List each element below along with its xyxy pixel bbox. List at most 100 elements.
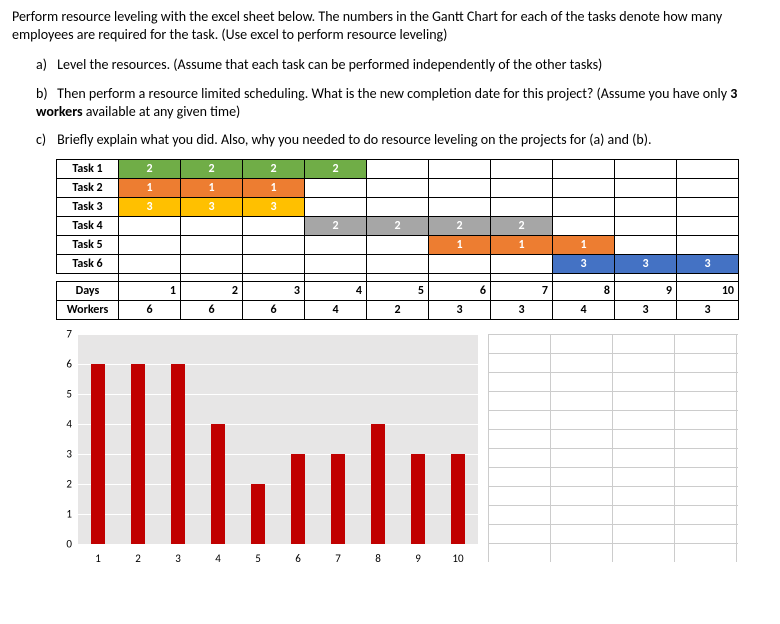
t4-d7: 2 [491, 217, 553, 236]
day-2: 2 [181, 282, 243, 301]
day-8: 8 [553, 282, 615, 301]
t6-d9: 3 [615, 255, 677, 274]
x-tick-label: 2 [118, 552, 158, 565]
days-header: Days [57, 282, 119, 301]
gantt-row-task5: Task 5 1 1 1 [57, 236, 739, 255]
chart-plot-area [78, 334, 478, 544]
y-tick-label: 2 [56, 478, 72, 491]
t1-d1: 2 [119, 160, 181, 179]
gantt-row-workers: Workers 6 6 6 4 2 3 3 4 3 3 [57, 301, 739, 320]
gantt-row-task6: Task 6 3 3 3 [57, 255, 739, 274]
task5-header: Task 5 [57, 236, 119, 255]
question-a: a) Level the resources. (Assume that eac… [36, 56, 768, 74]
day-4: 4 [305, 282, 367, 301]
day-3: 3 [243, 282, 305, 301]
y-tick-label: 6 [56, 358, 72, 371]
y-tick-label: 3 [56, 448, 72, 461]
chart-bar [171, 364, 185, 544]
workers-8: 4 [553, 301, 615, 320]
x-tick-label: 9 [398, 552, 438, 565]
t3-d3: 3 [243, 198, 305, 217]
t4-d5: 2 [367, 217, 429, 236]
t2-d2: 1 [181, 179, 243, 198]
gantt-row-days: Days 1 2 3 4 5 6 7 8 9 10 [57, 282, 739, 301]
t6-d8: 3 [553, 255, 615, 274]
question-b-label: b) [36, 85, 54, 103]
bar-chart: 0123456712345678910 [56, 334, 736, 574]
task1-header: Task 1 [57, 160, 119, 179]
chart-bar [451, 454, 465, 544]
question-a-label: a) [36, 56, 54, 74]
gantt-row-task1: Task 1 2 2 2 2 [57, 160, 739, 179]
question-c-text: Briefly explain what you did. Also, why … [57, 131, 651, 148]
question-c: c) Briefly explain what you did. Also, w… [36, 131, 768, 149]
chart-bar [371, 424, 385, 544]
x-tick-label: 4 [198, 552, 238, 565]
gantt-row-task2: Task 2 1 1 1 [57, 179, 739, 198]
intro-text: Perform resource leveling with the excel… [12, 8, 768, 44]
chart-bar [211, 424, 225, 544]
t1-d4: 2 [305, 160, 367, 179]
workers-9: 3 [615, 301, 677, 320]
x-tick-label: 8 [358, 552, 398, 565]
gantt-container: Task 1 2 2 2 2 Task 2 1 1 1 Task 3 3 3 3… [56, 159, 768, 320]
y-tick-label: 5 [56, 388, 72, 401]
question-b: b) Then perform a resource limited sched… [36, 85, 768, 121]
x-tick-label: 10 [438, 552, 478, 565]
t5-d7: 1 [491, 236, 553, 255]
chart-bar [251, 484, 265, 544]
question-b-mid: available at any given time) [83, 103, 241, 120]
question-c-label: c) [36, 131, 54, 149]
task3-header: Task 3 [57, 198, 119, 217]
t4-d4: 2 [305, 217, 367, 236]
t5-d8: 1 [553, 236, 615, 255]
t5-d6: 1 [429, 236, 491, 255]
workers-1: 6 [119, 301, 181, 320]
gantt-table: Task 1 2 2 2 2 Task 2 1 1 1 Task 3 3 3 3… [56, 159, 739, 320]
t2-d1: 1 [119, 179, 181, 198]
gantt-row-task3: Task 3 3 3 3 [57, 198, 739, 217]
t3-d1: 3 [119, 198, 181, 217]
day-10: 10 [677, 282, 739, 301]
x-tick-label: 7 [318, 552, 358, 565]
day-1: 1 [119, 282, 181, 301]
question-list: a) Level the resources. (Assume that eac… [36, 56, 768, 149]
task2-header: Task 2 [57, 179, 119, 198]
t2-d3: 1 [243, 179, 305, 198]
t6-d10: 3 [677, 255, 739, 274]
workers-7: 3 [491, 301, 553, 320]
day-9: 9 [615, 282, 677, 301]
x-tick-label: 6 [278, 552, 318, 565]
task6-header: Task 6 [57, 255, 119, 274]
y-tick-label: 4 [56, 418, 72, 431]
excel-grid-right [488, 334, 738, 562]
workers-3: 6 [243, 301, 305, 320]
x-tick-label: 1 [78, 552, 118, 565]
y-tick-label: 1 [56, 508, 72, 521]
workers-6: 3 [429, 301, 491, 320]
chart-bar [91, 364, 105, 544]
workers-5: 2 [367, 301, 429, 320]
y-tick-label: 7 [56, 328, 72, 341]
chart-bar [331, 454, 345, 544]
chart-bar [291, 454, 305, 544]
t1-d3: 2 [243, 160, 305, 179]
gantt-row-task4: Task 4 2 2 2 2 [57, 217, 739, 236]
x-tick-label: 3 [158, 552, 198, 565]
workers-2: 6 [181, 301, 243, 320]
t1-d2: 2 [181, 160, 243, 179]
t4-d6: 2 [429, 217, 491, 236]
question-a-text: Level the resources. (Assume that each t… [57, 56, 602, 73]
t3-d2: 3 [181, 198, 243, 217]
workers-10: 3 [677, 301, 739, 320]
day-7: 7 [491, 282, 553, 301]
workers-header: Workers [57, 301, 119, 320]
workers-4: 4 [305, 301, 367, 320]
question-b-prefix: Then perform a resource limited scheduli… [57, 85, 730, 102]
x-tick-label: 5 [238, 552, 278, 565]
task4-header: Task 4 [57, 217, 119, 236]
y-tick-label: 0 [56, 538, 72, 551]
day-5: 5 [367, 282, 429, 301]
chart-bar [131, 364, 145, 544]
day-6: 6 [429, 282, 491, 301]
